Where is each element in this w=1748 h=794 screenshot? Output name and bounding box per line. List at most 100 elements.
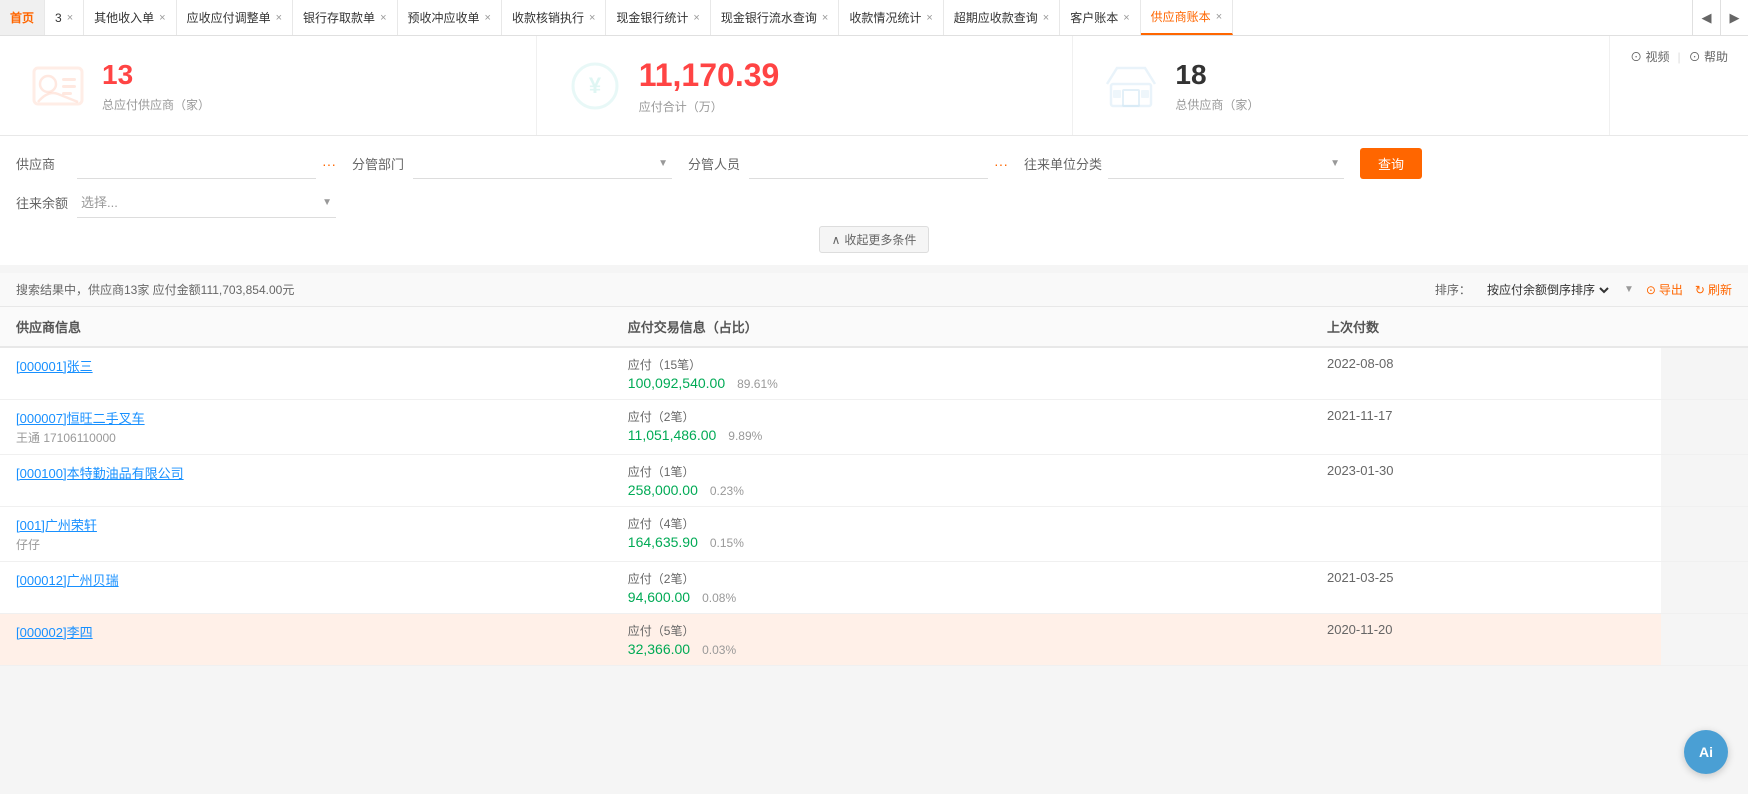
nav-receipt-stats[interactable]: 收款情况统计 ×: [839, 0, 943, 35]
close-icon[interactable]: ×: [67, 12, 73, 24]
table-row: [001]广州荣轩仔仔应付（4笔）164,635.900.15%: [0, 507, 1748, 562]
result-summary: 搜索结果中，供应商13家 应付金额111,703,854.00元: [16, 281, 294, 298]
amount-label: 应付（5笔）: [628, 622, 1295, 639]
collapse-filters-button[interactable]: ∧ 收起更多条件: [819, 226, 930, 253]
transaction-info-cell: 应付（2笔）94,600.000.08%: [612, 562, 1311, 614]
video-icon: ⊙: [1630, 50, 1642, 64]
nav-other-income[interactable]: 其他收入单 ×: [84, 0, 176, 35]
sort-select[interactable]: 按应付余额倒序排序: [1483, 282, 1612, 298]
close-icon[interactable]: ×: [589, 12, 595, 24]
supplier-link[interactable]: [000007]恒旺二手叉车: [16, 411, 145, 426]
close-icon[interactable]: ×: [1043, 12, 1049, 24]
close-icon[interactable]: ×: [159, 12, 165, 24]
nav-bank-deposit[interactable]: 银行存取款单 ×: [293, 0, 397, 35]
nav-receipt-verify[interactable]: 收款核销执行 ×: [502, 0, 606, 35]
table-row: [000002]李四应付（5笔）32,366.000.03%2020-11-20: [0, 614, 1748, 666]
amount-value[interactable]: 32,366.00: [628, 641, 690, 657]
svg-text:¥: ¥: [589, 73, 602, 98]
supplier-info-cell: [000007]恒旺二手叉车王通 17106110000: [0, 400, 612, 455]
nav-home[interactable]: 首页: [0, 0, 45, 35]
summary-card1-text: 13 总应付供应商（家）: [102, 58, 210, 113]
amount-value[interactable]: 100,092,540.00: [628, 375, 725, 391]
transaction-info-cell: 应付（15笔）100,092,540.0089.61%: [612, 347, 1311, 400]
dept-select-wrap: ▼: [413, 148, 672, 179]
chevron-right-icon: ▶: [1730, 10, 1740, 26]
filter-category: 往来单位分类 ▼: [1024, 148, 1344, 179]
amount-percentage: 89.61%: [737, 377, 778, 391]
sort-label: 排序：: [1435, 281, 1471, 298]
amount-value[interactable]: 94,600.00: [628, 589, 690, 605]
nav-cash-bank-flow[interactable]: 现金银行流水查询 ×: [711, 0, 839, 35]
amount-value[interactable]: 11,051,486.00: [628, 427, 717, 443]
col-last-payment: 上次付数: [1311, 307, 1661, 347]
nav-scroll-left[interactable]: ◀: [1692, 0, 1720, 35]
supplier-link[interactable]: [000002]李四: [16, 625, 93, 640]
amount-label: 应付（2笔）: [628, 570, 1295, 587]
close-icon[interactable]: ×: [693, 12, 699, 24]
summary-actions: ⊙ 视频 | ⊙ 帮助: [1610, 36, 1748, 135]
total-suppliers-number: 18: [1175, 58, 1259, 92]
supplier-link[interactable]: [000001]张三: [16, 359, 93, 374]
nav-supplier-ledger[interactable]: 供应商账本 ×: [1141, 0, 1233, 35]
supplier-sub-info: 仔仔: [16, 536, 596, 553]
amount-value[interactable]: 164,635.90: [628, 534, 698, 550]
export-button[interactable]: ⊙ 导出: [1646, 281, 1683, 298]
filter-area: 供应商 ··· 分管部门 ▼ 分管人员 ··· 往来单位分类: [0, 136, 1748, 265]
transaction-info-cell: 应付（5笔）32,366.000.03%: [612, 614, 1311, 666]
last-payment-date: 2021-11-17: [1327, 408, 1393, 423]
category-select[interactable]: [1108, 148, 1344, 178]
query-button[interactable]: 查询: [1360, 148, 1422, 179]
help-btn[interactable]: ⊙ 帮助: [1689, 48, 1728, 65]
col-transaction-info: 应付交易信息（占比）: [612, 307, 1311, 347]
amount-label: 应付（2笔）: [628, 408, 1295, 425]
supplier-link[interactable]: [000012]广州贝瑞: [16, 573, 119, 588]
supplier-input[interactable]: [77, 149, 316, 179]
refresh-icon: ↻: [1695, 283, 1705, 297]
scrollbar-cell: [1661, 400, 1748, 455]
ai-badge[interactable]: Ai: [1684, 730, 1728, 774]
dept-select[interactable]: [413, 148, 672, 178]
close-icon[interactable]: ×: [822, 12, 828, 24]
close-icon[interactable]: ×: [926, 12, 932, 24]
nav-scroll-right[interactable]: ▶: [1720, 0, 1748, 35]
nav-customer-ledger[interactable]: 客户账本 ×: [1060, 0, 1140, 35]
summary-card-amount: ¥ 11,170.39 应付合计（万）: [537, 36, 1074, 135]
refresh-button[interactable]: ↻ 刷新: [1695, 281, 1732, 298]
person-input[interactable]: [749, 149, 988, 179]
last-payment-cell: 2020-11-20: [1311, 614, 1661, 666]
close-icon[interactable]: ×: [485, 12, 491, 24]
supplier-info-cell: [000012]广州贝瑞: [0, 562, 612, 614]
nav-overdue-ar[interactable]: 超期应收款查询 ×: [944, 0, 1060, 35]
scrollbar-cell: [1661, 507, 1748, 562]
balance-filter-label: 往来余额: [16, 193, 71, 212]
nav-ar-ap-adjust[interactable]: 应收应付调整单 ×: [177, 0, 293, 35]
chevron-down-icon: ▼: [1624, 284, 1634, 295]
nav-cash-bank-stats[interactable]: 现金银行统计 ×: [606, 0, 710, 35]
nav-tab3[interactable]: 3 ×: [45, 0, 84, 35]
close-icon[interactable]: ×: [276, 12, 282, 24]
amount-icon: ¥: [567, 58, 623, 114]
close-icon[interactable]: ×: [1123, 12, 1129, 24]
summary-card2-text: 11,170.39 应付合计（万）: [639, 56, 780, 115]
supplier-icon: [30, 58, 86, 114]
supplier-link[interactable]: [001]广州荣轩: [16, 518, 97, 533]
supplier-dots-btn[interactable]: ···: [322, 156, 336, 172]
close-icon[interactable]: ×: [1216, 11, 1222, 23]
close-icon[interactable]: ×: [380, 12, 386, 24]
balance-select[interactable]: 选择...: [77, 187, 336, 217]
person-dots-btn[interactable]: ···: [994, 156, 1008, 172]
supplier-sub-info: 王通 17106110000: [16, 429, 596, 446]
amount-percentage: 0.23%: [710, 484, 744, 498]
nav-scroll-arrows: ◀ ▶: [1692, 0, 1748, 35]
help-video-row: ⊙ 视频 | ⊙ 帮助: [1630, 48, 1728, 65]
last-payment-date: 2020-11-20: [1327, 622, 1393, 637]
transaction-info-cell: 应付（2笔）11,051,486.009.89%: [612, 400, 1311, 455]
filter-person: 分管人员 ···: [688, 149, 1008, 179]
summary-card3-text: 18 总供应商（家）: [1175, 58, 1259, 113]
chevron-left-icon: ◀: [1702, 10, 1712, 26]
table-header-row: 供应商信息 应付交易信息（占比） 上次付数: [0, 307, 1748, 347]
nav-prepay-ar[interactable]: 预收冲应收单 ×: [398, 0, 502, 35]
supplier-link[interactable]: [000100]本特勤油品有限公司: [16, 466, 184, 481]
amount-value[interactable]: 258,000.00: [628, 482, 698, 498]
video-btn[interactable]: ⊙ 视频: [1630, 48, 1669, 65]
